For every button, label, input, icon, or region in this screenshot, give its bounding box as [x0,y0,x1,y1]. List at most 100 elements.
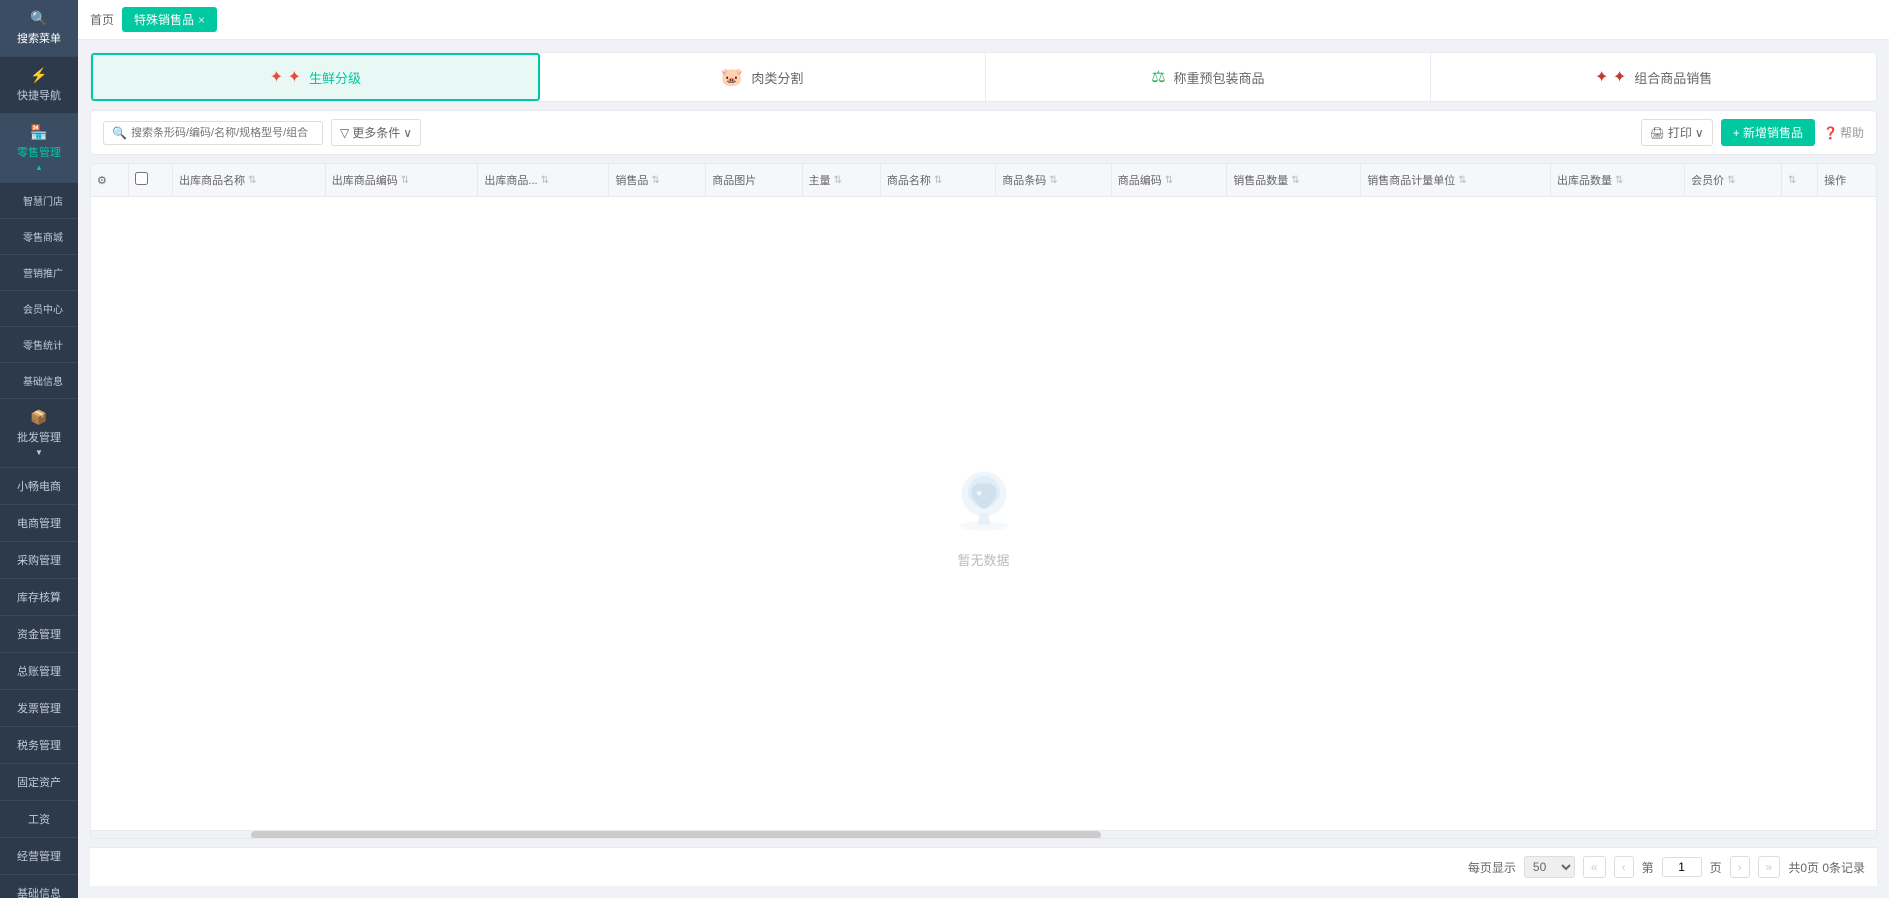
sidebar-item-inventory[interactable]: 库存核算 [0,579,78,616]
sort-icon-out-spec: ⇅ [541,175,549,186]
add-sales-item-button[interactable]: + 新增销售品 [1721,119,1815,146]
first-page-icon: « [1591,860,1598,874]
th-action: 操作 [1818,164,1876,197]
tab-meat-split-label: 肉类分割 [751,68,803,87]
topbar-home[interactable]: 首页 [90,11,114,28]
select-all-checkbox[interactable] [135,172,148,185]
help-icon: ❓ [1823,126,1838,140]
sort-icon-sale-qty: ⇅ [1291,175,1299,186]
main-content: 首页 特殊销售品 × ✦ ✦ 生鲜分级 🐷 肉类分割 ⚖ 称重预包装商品 ✦ ✦… [78,0,1889,898]
last-page-button[interactable]: » [1758,856,1781,878]
th-member-price[interactable]: 会员价 ⇅ [1685,164,1782,197]
wholesale-arrow: ▼ [35,448,43,457]
sidebar-item-smart-store-label: 智慧门店 [23,193,63,208]
last-page-icon: » [1766,860,1773,874]
sort-icon-sale-unit: ⇅ [1458,175,1466,186]
tab-fresh-grade[interactable]: ✦ ✦ 生鲜分级 [91,53,540,101]
th-settings[interactable]: ⚙ [91,164,129,197]
sidebar-item-retail-mgmt-label: 零售管理 [17,144,61,160]
th-out-spec[interactable]: 出库商品... ⇅ [478,164,609,197]
th-main-weight[interactable]: 主量 ⇅ [802,164,880,197]
th-barcode[interactable]: 商品条码 ⇅ [996,164,1111,197]
sidebar-item-wholesale-mgmt[interactable]: 📦 批发管理 ▼ [0,399,78,468]
th-out-spec-label: 出库商品... [484,172,537,188]
sidebar-item-invoice[interactable]: 发票管理 [0,690,78,727]
print-button[interactable]: 🖨 打印 ∨ [1641,119,1713,146]
sort-icon-main-weight: ⇅ [834,175,842,186]
th-sale-unit[interactable]: 销售商品计量单位 ⇅ [1361,164,1551,197]
th-product-name[interactable]: 商品名称 ⇅ [880,164,995,197]
sidebar-item-retail-mall-label: 零售商城 [23,229,63,244]
horizontal-scrollbar-thumb[interactable] [251,831,1101,839]
tab-combo-sales[interactable]: ✦ ✦ 组合商品销售 [1431,53,1876,101]
sidebar-item-retail-stats-label: 零售统计 [23,337,63,352]
prev-page-button[interactable]: ‹ [1614,856,1634,878]
sort-icon-sale-item: ⇅ [651,175,659,186]
th-sale-qty-label: 销售品数量 [1233,172,1288,188]
th-main-weight-label: 主量 [809,172,831,188]
topbar-active-tab[interactable]: 特殊销售品 × [122,7,217,32]
sidebar-item-basic-info-label: 基础信息 [23,373,63,388]
th-product-code[interactable]: 商品编码 ⇅ [1111,164,1226,197]
empty-icon [944,458,1024,538]
sidebar-item-basic-info2[interactable]: 基础信息 [0,875,78,898]
page-number-input[interactable] [1662,857,1702,877]
page-size-label: 每页显示 [1468,859,1516,876]
search-box[interactable]: 🔍 [103,121,323,145]
total-records-label: 共0页 0条记录 [1788,859,1865,876]
sidebar-item-sales-promo[interactable]: 营销推广 [0,255,78,291]
sidebar-item-mini-ecom-label: 小畅电商 [17,478,61,494]
page-size-select[interactable]: 50 20 100 [1524,856,1575,878]
sidebar-item-ecom-mgmt[interactable]: 电商管理 [0,505,78,542]
tab-weight-pack[interactable]: ⚖ 称重预包装商品 [986,53,1432,101]
sort-icon-out-code: ⇅ [401,175,409,186]
sidebar-item-quick-nav[interactable]: ⚡ 快捷导航 [0,57,78,114]
next-page-button[interactable]: › [1730,856,1750,878]
sidebar-item-search-menu[interactable]: 🔍 搜索菜单 [0,0,78,57]
horizontal-scrollbar[interactable] [91,830,1876,838]
sidebar-item-smart-store[interactable]: 智慧门店 [0,183,78,219]
th-product-name-label: 商品名称 [887,172,931,188]
sidebar-item-operations-label: 经营管理 [17,848,61,864]
quick-nav-icon: ⚡ [30,67,47,84]
sidebar-item-fixed-assets[interactable]: 固定资产 [0,764,78,801]
th-sale-item[interactable]: 销售品 ⇅ [609,164,706,197]
th-checkbox[interactable] [129,164,173,197]
sidebar-item-tax[interactable]: 税务管理 [0,727,78,764]
sidebar-item-retail-mall[interactable]: 零售商城 [0,219,78,255]
th-empty[interactable]: ⇅ [1782,164,1818,197]
sidebar-item-mini-ecom[interactable]: 小畅电商 [0,468,78,505]
first-page-button[interactable]: « [1583,856,1606,878]
tab-fresh-grade-label: 生鲜分级 [309,68,361,87]
sidebar-item-purchase-mgmt[interactable]: 采购管理 [0,542,78,579]
filter-button[interactable]: ▽ 更多条件 ∨ [331,119,421,146]
sidebar-item-retail-stats[interactable]: 零售统计 [0,327,78,363]
tab-weight-pack-label: 称重预包装商品 [1174,68,1265,87]
th-out-qty-label: 出库品数量 [1557,172,1612,188]
sidebar-item-sales-promo-label: 营销推广 [23,265,63,280]
sidebar-item-operations[interactable]: 经营管理 [0,838,78,875]
sidebar-item-membership[interactable]: 会员中心 [0,291,78,327]
sidebar-item-finance[interactable]: 资金管理 [0,616,78,653]
help-button[interactable]: ❓ 帮助 [1823,124,1864,141]
sort-icon-out-qty: ⇅ [1615,175,1623,186]
th-out-qty[interactable]: 出库品数量 ⇅ [1551,164,1685,197]
sidebar-item-basic-info2-label: 基础信息 [17,885,61,898]
th-sale-qty[interactable]: 销售品数量 ⇅ [1227,164,1361,197]
sidebar: 🔍 搜索菜单 ⚡ 快捷导航 🏪 零售管理 ▲ 智慧门店 零售商城 营销推广 会员… [0,0,78,898]
data-table-container: ⚙ 出库商品名称 ⇅ 出库商 [90,163,1877,839]
weight-pack-icon: ⚖ [1151,67,1165,87]
sidebar-item-retail-mgmt[interactable]: 🏪 零售管理 ▲ [0,114,78,183]
sidebar-item-wages[interactable]: 工资 [0,801,78,838]
page-suffix-label: 页 [1710,859,1722,876]
sidebar-item-inventory-label: 库存核算 [17,589,61,605]
tab-meat-split[interactable]: 🐷 肉类分割 [540,53,986,101]
sidebar-item-basic-info[interactable]: 基础信息 [0,363,78,399]
sidebar-item-general-ledger[interactable]: 总账管理 [0,653,78,690]
th-out-code[interactable]: 出库商品编码 ⇅ [325,164,478,197]
topbar-tab-close[interactable]: × [198,13,205,27]
search-input[interactable] [131,127,311,139]
th-barcode-label: 商品条码 [1002,172,1046,188]
th-out-name[interactable]: 出库商品名称 ⇅ [173,164,326,197]
table-header: ⚙ 出库商品名称 ⇅ 出库商 [91,164,1876,197]
